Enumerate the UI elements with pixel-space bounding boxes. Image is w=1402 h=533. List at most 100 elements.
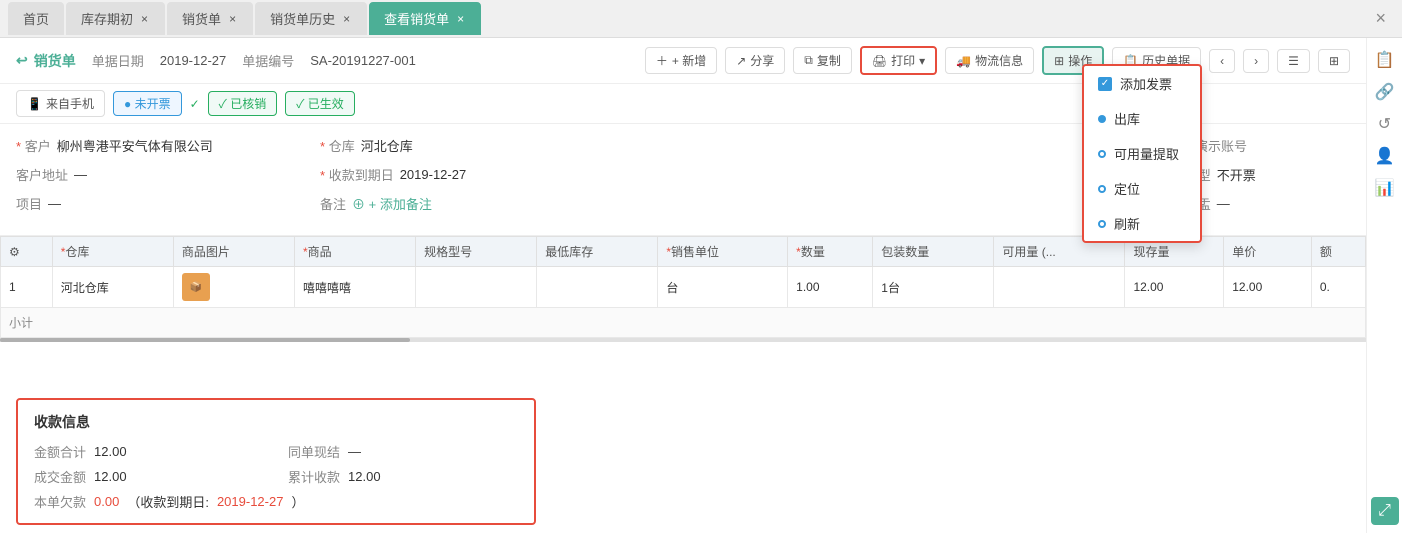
cell-available bbox=[994, 267, 1125, 308]
tab-sales-history[interactable]: 销货单历史 × bbox=[255, 2, 367, 35]
new-icon: ＋ bbox=[656, 52, 668, 69]
cell-amount: 0. bbox=[1311, 267, 1365, 308]
add-note-label: + 添加备注 bbox=[369, 197, 432, 212]
copy-icon: ⧉ bbox=[804, 53, 813, 68]
table-section: ⚙ *仓库 商品图片 *商品 规格型号 最低库存 *销售单位 *数量 包装数量 … bbox=[0, 236, 1366, 390]
col-unit-price: 单价 bbox=[1224, 237, 1312, 267]
col-product: *商品 bbox=[294, 237, 415, 267]
customer-label: * 客户 bbox=[16, 136, 51, 155]
col-unit: *销售单位 bbox=[658, 237, 788, 267]
logistics-icon: 🚚 bbox=[956, 54, 971, 68]
add-invoice-label: 添加发票 bbox=[1120, 74, 1172, 93]
not-open-button[interactable]: ● 未开票 bbox=[113, 91, 182, 116]
col-settings[interactable]: ⚙ bbox=[1, 237, 53, 267]
nav-prev-button[interactable]: ‹ bbox=[1209, 49, 1235, 73]
share-button[interactable]: ↗ 分享 bbox=[725, 47, 785, 74]
balance-note-prefix: （收款到期日: bbox=[127, 492, 209, 511]
same-order-value: — bbox=[348, 444, 361, 459]
tab-inventory-init[interactable]: 库存期初 × bbox=[66, 2, 165, 35]
dropdown-add-invoice[interactable]: ✓ 添加发票 bbox=[1084, 66, 1200, 101]
cell-unit-price: 12.00 bbox=[1224, 267, 1312, 308]
tab-sales-close[interactable]: × bbox=[227, 12, 238, 26]
total-received-item: 累计收款 12.00 bbox=[288, 467, 518, 486]
address-field: 客户地址 — bbox=[16, 165, 216, 184]
total-amount-value: 12.00 bbox=[94, 444, 127, 459]
effective-button[interactable]: ✓ 已生效 bbox=[285, 91, 355, 116]
dropdown-refresh[interactable]: 刷新 bbox=[1084, 206, 1200, 241]
col-warehouse: *仓库 bbox=[52, 237, 173, 267]
print-chevron: ▾ bbox=[919, 54, 925, 68]
print-label: 打印 bbox=[891, 52, 915, 69]
cancelled-button[interactable]: ✓ 已核销 bbox=[208, 91, 278, 116]
payment-grid: 金额合计 12.00 同单现结 — 成交金额 12.00 累计收款 12.00 … bbox=[34, 442, 518, 511]
print-button[interactable]: 🖨 打印 ▾ bbox=[860, 46, 937, 75]
cell-stock: 12.00 bbox=[1125, 267, 1224, 308]
not-open-label: 未开票 bbox=[135, 97, 171, 111]
sidebar-icon-refresh[interactable]: ↺ bbox=[1371, 110, 1399, 138]
tab-inventory-label: 库存期初 bbox=[81, 9, 133, 28]
scroll-thumb[interactable] bbox=[0, 338, 410, 342]
cancelled-label: 已核销 bbox=[230, 97, 266, 111]
effective-label: 已生效 bbox=[308, 97, 344, 111]
check-circle[interactable]: ✓ bbox=[190, 97, 200, 111]
due-date-label: * 收款到期日 bbox=[320, 165, 394, 184]
product-image: 📦 bbox=[182, 273, 210, 301]
tab-bar: 首页 库存期初 × 销货单 × 销货单历史 × 查看销货单 × × bbox=[0, 0, 1402, 38]
same-order-settle-item: 同单现结 — bbox=[288, 442, 518, 461]
due-date-field: * 收款到期日 2019-12-27 bbox=[320, 165, 520, 184]
cell-quantity: 1.00 bbox=[788, 267, 873, 308]
cell-unit: 台 bbox=[658, 267, 788, 308]
total-received-label: 累计收款 bbox=[288, 467, 340, 486]
col-spec: 规格型号 bbox=[416, 237, 537, 267]
logistics-button[interactable]: 🚚 物流信息 bbox=[945, 47, 1034, 74]
tab-view-sales[interactable]: 查看销货单 × bbox=[369, 2, 481, 35]
nav-next-button[interactable]: › bbox=[1243, 49, 1269, 73]
tab-view-close[interactable]: × bbox=[455, 12, 466, 26]
logistics-label: 物流信息 bbox=[975, 52, 1023, 69]
warehouse-value: 河北仓库 bbox=[361, 136, 413, 155]
effective-icon: ✓ bbox=[296, 97, 304, 111]
grid-view-button[interactable]: ⊞ bbox=[1318, 49, 1350, 73]
subtotal-row: 小计 bbox=[1, 308, 1366, 338]
tab-view-label: 查看销货单 bbox=[384, 9, 449, 28]
tab-sales-order[interactable]: 销货单 × bbox=[167, 2, 253, 35]
tab-home[interactable]: 首页 bbox=[8, 2, 64, 35]
total-amount-item: 金额合计 12.00 bbox=[34, 442, 264, 461]
cell-spec bbox=[416, 267, 537, 308]
payment-panel: 收款信息 金额合计 12.00 同单现结 — 成交金额 12.00 累计收款 1… bbox=[16, 398, 536, 525]
ticket-icon: ● bbox=[124, 97, 131, 111]
main-close-button[interactable]: × bbox=[1367, 8, 1394, 29]
col-min-stock: 最低库存 bbox=[537, 237, 658, 267]
right-sidebar: 📋 🔗 ↺ 👤 📊 ⤢ bbox=[1366, 38, 1402, 533]
tab-history-close[interactable]: × bbox=[341, 12, 352, 26]
refresh-label: 刷新 bbox=[1114, 214, 1140, 233]
operation-dropdown: ✓ 添加发票 出库 可用量提取 定位 刷新 bbox=[1082, 64, 1202, 243]
dropdown-available-qty[interactable]: 可用量提取 bbox=[1084, 136, 1200, 171]
doc-meta: 单据日期 2019-12-27 单据编号 SA-20191227-001 bbox=[92, 51, 416, 70]
from-phone-label: 来自手机 bbox=[46, 95, 94, 112]
dropdown-locate[interactable]: 定位 bbox=[1084, 171, 1200, 206]
balance-note-suffix: ） bbox=[291, 492, 304, 511]
staff-value: 演示账号 bbox=[1195, 136, 1247, 155]
add-invoice-icon: ✓ bbox=[1098, 77, 1112, 91]
sidebar-icon-clipboard[interactable]: 📋 bbox=[1371, 46, 1399, 74]
sidebar-icon-chart[interactable]: 📊 bbox=[1371, 174, 1399, 202]
list-view-button[interactable]: ☰ bbox=[1277, 49, 1310, 73]
sidebar-icon-user[interactable]: 👤 bbox=[1371, 142, 1399, 170]
subtotal-label: 小计 bbox=[1, 308, 1366, 338]
sidebar-icon-link[interactable]: 🔗 bbox=[1371, 78, 1399, 106]
horizontal-scrollbar[interactable] bbox=[0, 338, 1366, 342]
from-phone-button[interactable]: 📱 来自手机 bbox=[16, 90, 105, 117]
note-field: 备注 ⊕ + 添加备注 bbox=[320, 194, 520, 213]
add-note-button[interactable]: ⊕ + 添加备注 bbox=[352, 194, 432, 213]
cell-pack-qty: 1台 bbox=[873, 267, 994, 308]
copy-button[interactable]: ⧉ 复制 bbox=[793, 47, 852, 74]
new-button[interactable]: ＋ + 新增 bbox=[645, 47, 717, 74]
dropdown-outbound[interactable]: 出库 bbox=[1084, 101, 1200, 136]
note-label: 备注 bbox=[320, 194, 346, 213]
tab-inventory-close[interactable]: × bbox=[139, 12, 150, 26]
tab-home-label: 首页 bbox=[23, 9, 49, 28]
sidebar-icon-expand[interactable]: ⤢ bbox=[1371, 497, 1399, 525]
customer-value: 柳州粤港平安气体有限公司 bbox=[57, 136, 213, 155]
col-amount: 额 bbox=[1311, 237, 1365, 267]
